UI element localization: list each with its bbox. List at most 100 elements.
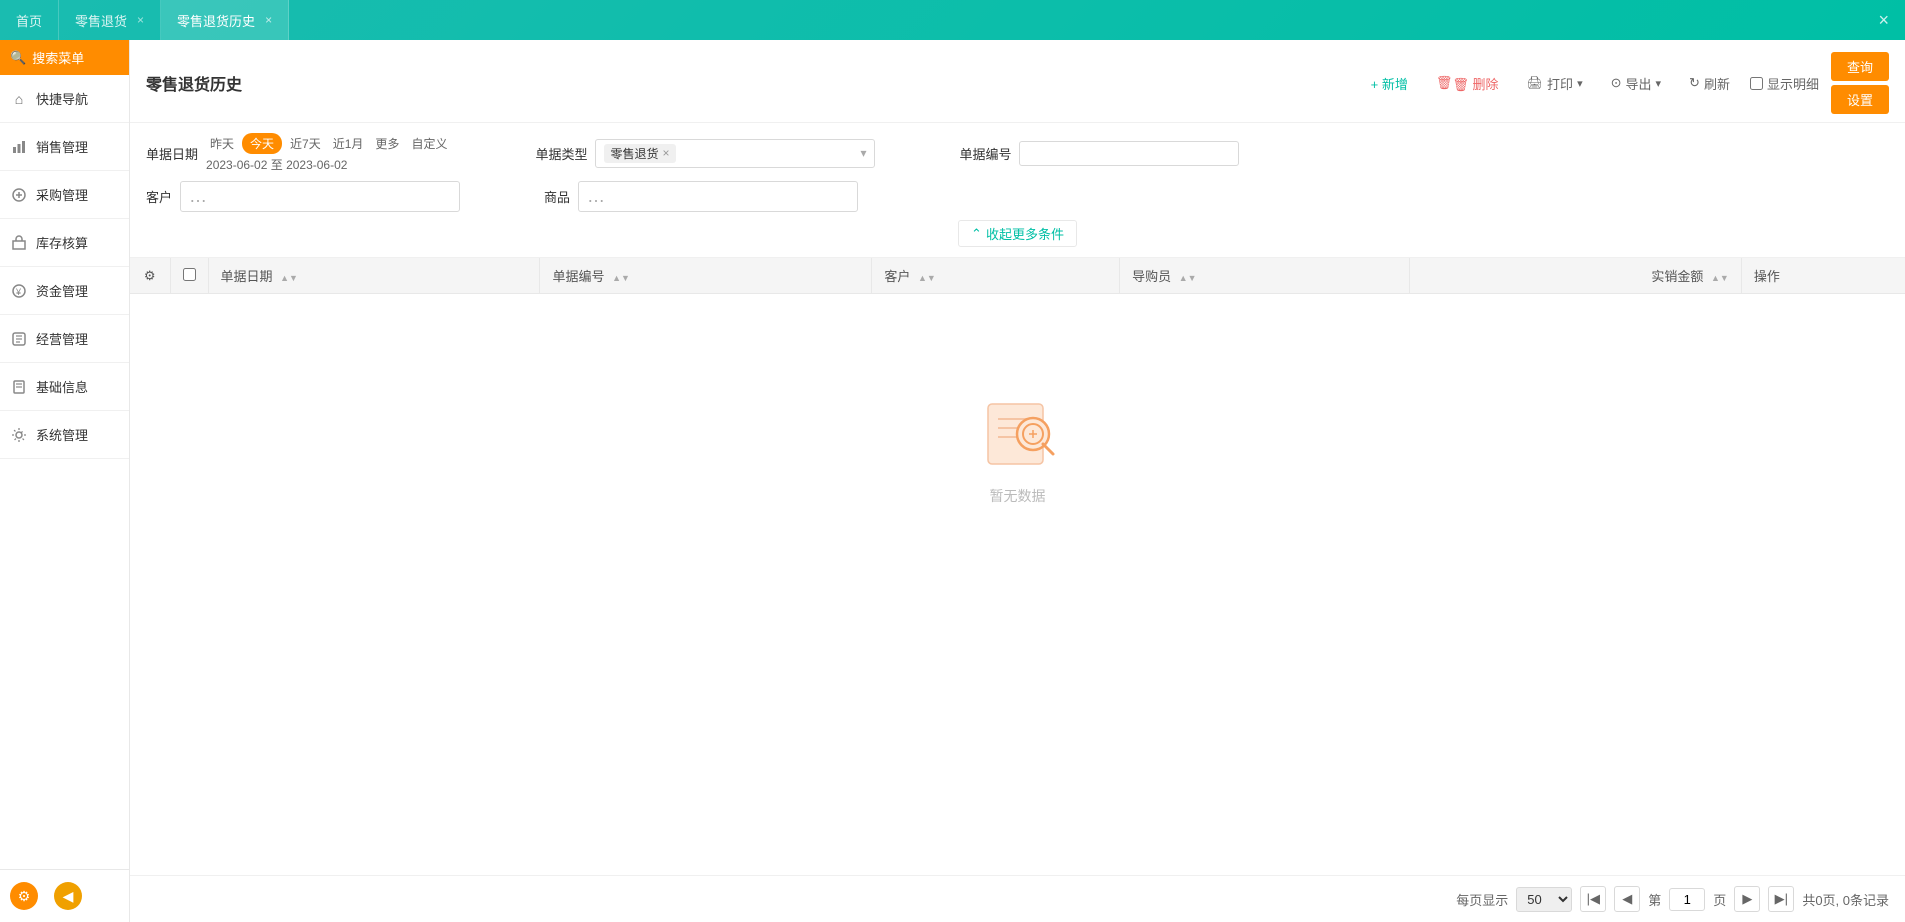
date-opt-yesterday[interactable]: 昨天 xyxy=(206,133,238,154)
table-area: ⚙ 单据日期 ▲▼ 单据编号 ▲▼ xyxy=(130,258,1905,875)
date-opt-7days[interactable]: 近7天 xyxy=(286,133,325,154)
window-close-button[interactable]: × xyxy=(1862,10,1905,31)
basic-info-icon xyxy=(10,378,28,396)
prev-page-button[interactable]: ◀ xyxy=(1614,886,1640,912)
th-voucher[interactable]: 单据编号 ▲▼ xyxy=(540,258,872,294)
sidebar-item-finance[interactable]: ¥ 资金管理 xyxy=(0,267,129,315)
sidebar-item-inventory-label: 库存核算 xyxy=(36,233,88,252)
customer-placeholder: … xyxy=(189,186,209,207)
page-actions: + 新增 🗑 🗑 删除 🖨 打印 ▾ ⊙ 导出 ▾ ↻ 刷新 xyxy=(1363,52,1889,114)
collapse-button[interactable]: ⌃ 收起更多条件 xyxy=(958,220,1077,247)
sidebar-item-quick-nav-label: 快捷导航 xyxy=(36,89,88,108)
voucher-input[interactable] xyxy=(1019,141,1239,166)
sidebar-search[interactable]: 🔍 搜索菜单 xyxy=(0,40,129,75)
settings-bottom-icon[interactable]: ⚙ xyxy=(10,882,38,910)
refresh-button[interactable]: ↻ 刷新 xyxy=(1681,70,1738,97)
print-button[interactable]: 🖨 打印 ▾ xyxy=(1519,70,1591,97)
show-detail-checkbox[interactable] xyxy=(1750,77,1763,90)
sidebar-item-purchase-label: 采购管理 xyxy=(36,185,88,204)
sidebar-item-finance-label: 资金管理 xyxy=(36,281,88,300)
query-button[interactable]: 查询 xyxy=(1831,52,1889,81)
empty-state-cell: 暂无数据 xyxy=(130,294,1905,587)
th-guide[interactable]: 导购员 ▲▼ xyxy=(1120,258,1410,294)
print-label: 打印 xyxy=(1547,74,1573,93)
page-number-input[interactable] xyxy=(1669,888,1705,911)
show-detail-checkbox-label[interactable]: 显示明细 xyxy=(1750,74,1819,93)
sidebar-item-system[interactable]: 系统管理 xyxy=(0,411,129,459)
first-page-button[interactable]: |◀ xyxy=(1580,886,1606,912)
type-tag-close[interactable]: × xyxy=(662,146,669,160)
th-guide-label: 导购员 xyxy=(1132,269,1171,284)
tab-retail-return-history-label: 零售退货历史 xyxy=(177,11,255,30)
tab-retail-return-history[interactable]: 零售退货历史 × xyxy=(161,0,289,40)
select-all-checkbox[interactable] xyxy=(183,268,196,281)
customer-select[interactable]: … xyxy=(180,181,460,212)
search-icon: 🔍 xyxy=(10,50,26,66)
page-suffix: 页 xyxy=(1713,890,1726,909)
total-text: 共0页, 0条记录 xyxy=(1802,890,1889,909)
tab-retail-return-close[interactable]: × xyxy=(137,13,144,27)
tab-home-label: 首页 xyxy=(16,11,42,30)
volume-bottom-icon[interactable]: ◀ xyxy=(54,882,82,910)
sidebar-item-purchase[interactable]: 采购管理 xyxy=(0,171,129,219)
show-detail-label: 显示明细 xyxy=(1767,74,1819,93)
tab-retail-return[interactable]: 零售退货 × xyxy=(59,0,161,40)
export-button[interactable]: ⊙ 导出 ▾ xyxy=(1603,70,1669,97)
purchase-icon xyxy=(10,186,28,204)
collapse-row: ⌃ 收起更多条件 xyxy=(146,220,1889,247)
main-layout: 🔍 搜索菜单 ⌂ 快捷导航 销售管理 采购管理 库存核算 xyxy=(0,40,1905,922)
type-select[interactable]: 零售退货 × ▾ xyxy=(595,139,875,168)
empty-illustration xyxy=(968,374,1068,474)
collapse-label: 收起更多条件 xyxy=(986,224,1064,243)
goods-placeholder: … xyxy=(587,186,607,207)
th-settings[interactable]: ⚙ xyxy=(130,258,170,294)
svg-text:¥: ¥ xyxy=(15,287,22,297)
refresh-icon: ↻ xyxy=(1689,75,1700,91)
finance-icon: ¥ xyxy=(10,282,28,300)
sidebar-item-quick-nav[interactable]: ⌂ 快捷导航 xyxy=(0,75,129,123)
empty-text: 暂无数据 xyxy=(990,486,1046,506)
per-page-select[interactable]: 50 100 200 xyxy=(1516,887,1572,912)
type-select-value: 零售退货 × xyxy=(604,144,675,163)
th-amount[interactable]: 实销金额 ▲▼ xyxy=(1409,258,1741,294)
date-opt-today[interactable]: 今天 xyxy=(242,133,282,154)
filter-row-2: 客户 … 商品 … xyxy=(146,181,1889,212)
sidebar-item-operations[interactable]: 经营管理 xyxy=(0,315,129,363)
voucher-label: 单据编号 xyxy=(959,144,1011,163)
th-actions-label: 操作 xyxy=(1754,269,1780,284)
tab-home[interactable]: 首页 xyxy=(0,0,59,40)
sidebar-item-basic-info[interactable]: 基础信息 xyxy=(0,363,129,411)
data-table: ⚙ 单据日期 ▲▼ 单据编号 ▲▼ xyxy=(130,258,1905,586)
tab-retail-return-label: 零售退货 xyxy=(75,11,127,30)
table-header-row: ⚙ 单据日期 ▲▼ 单据编号 ▲▼ xyxy=(130,258,1905,294)
th-customer-label: 客户 xyxy=(884,269,910,284)
sidebar-item-sales[interactable]: 销售管理 xyxy=(0,123,129,171)
type-tag-text: 零售退货 xyxy=(610,145,658,162)
last-page-button[interactable]: ▶| xyxy=(1768,886,1794,912)
settings-button[interactable]: 设置 xyxy=(1831,85,1889,114)
th-date-label: 单据日期 xyxy=(221,269,273,284)
next-page-button[interactable]: ▶ xyxy=(1734,886,1760,912)
sidebar-item-inventory[interactable]: 库存核算 xyxy=(0,219,129,267)
th-date[interactable]: 单据日期 ▲▼ xyxy=(208,258,540,294)
date-label: 单据日期 xyxy=(146,144,198,163)
add-button[interactable]: + 新增 xyxy=(1363,70,1416,97)
date-opt-1month[interactable]: 近1月 xyxy=(329,133,368,154)
goods-select[interactable]: … xyxy=(578,181,858,212)
empty-row: 暂无数据 xyxy=(130,294,1905,587)
page-header: 零售退货历史 + 新增 🗑 🗑 删除 🖨 打印 ▾ ⊙ 导出 ▾ xyxy=(130,40,1905,123)
th-customer[interactable]: 客户 ▲▼ xyxy=(872,258,1120,294)
pagination: 每页显示 50 100 200 |◀ ◀ 第 页 ▶ ▶| 共0页, 0条记录 xyxy=(130,875,1905,922)
top-bar: 首页 零售退货 × 零售退货历史 × × xyxy=(0,0,1905,40)
delete-label: 🗑 删除 xyxy=(1452,74,1498,93)
system-icon xyxy=(10,426,28,444)
per-page-label: 每页显示 xyxy=(1456,890,1508,909)
empty-state: 暂无数据 xyxy=(130,294,1905,586)
date-opt-more[interactable]: 更多 xyxy=(371,133,403,154)
tab-retail-return-history-close[interactable]: × xyxy=(265,13,272,27)
th-checkbox[interactable] xyxy=(170,258,208,294)
export-label: 导出 xyxy=(1626,74,1652,93)
delete-button[interactable]: 🗑 🗑 删除 xyxy=(1428,70,1507,97)
operations-icon xyxy=(10,330,28,348)
date-opt-custom[interactable]: 自定义 xyxy=(407,133,451,154)
